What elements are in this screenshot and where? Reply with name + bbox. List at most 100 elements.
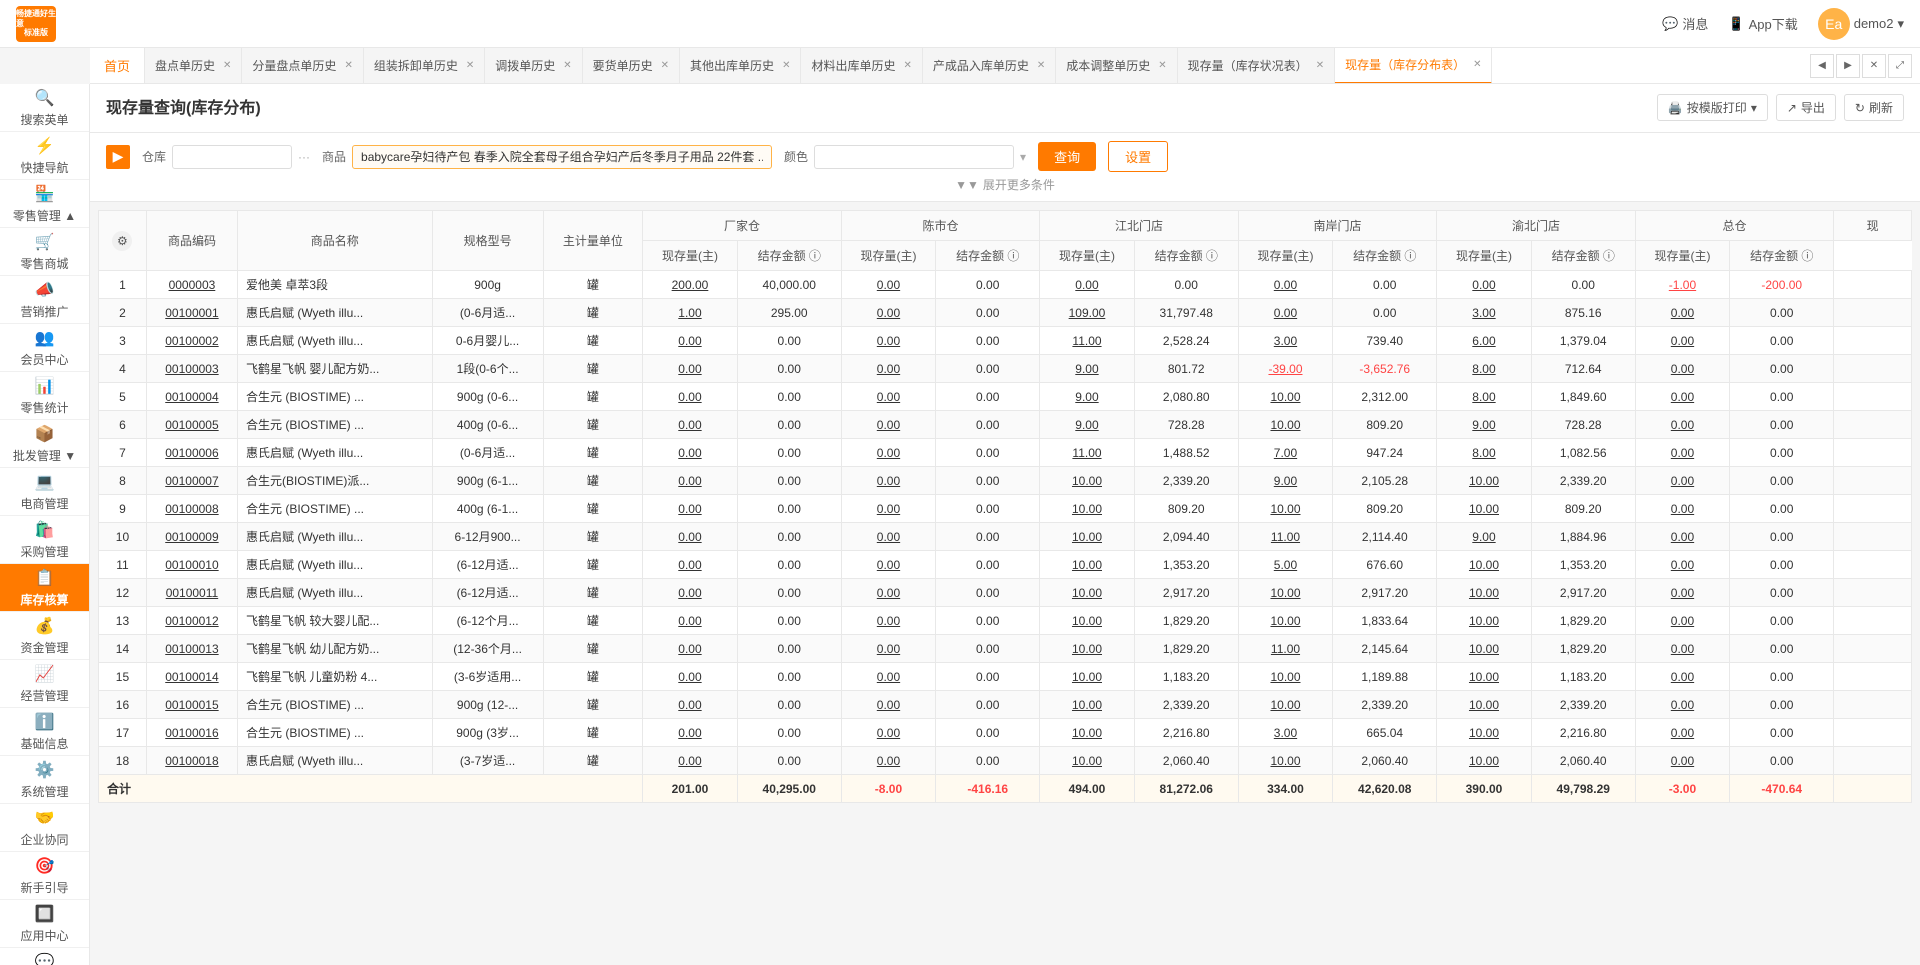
sidebar-item-retail-mall[interactable]: 🛒 零售商城 [0,228,89,276]
cell-total-qty[interactable]: 0.00 [1635,607,1730,635]
cell-chenshi-qty[interactable]: 0.00 [841,495,936,523]
cell-yubeimen-qty[interactable]: 3.00 [1437,299,1532,327]
cell-factory-qty[interactable]: 0.00 [643,411,738,439]
sidebar-item-retail-mgmt[interactable]: 🏪 零售管理 ▲ [0,180,89,228]
cell-chenshi-qty[interactable]: 0.00 [841,355,936,383]
cell-jiangbei-qty[interactable]: 10.00 [1040,663,1135,691]
cell-total-qty[interactable]: 0.00 [1635,579,1730,607]
cell-factory-qty[interactable]: 0.00 [643,523,738,551]
cell-code[interactable]: 00100011 [146,579,237,607]
cell-code[interactable]: 00100015 [146,691,237,719]
cell-chenshi-qty[interactable]: 0.00 [841,635,936,663]
cell-jiangbei-qty[interactable]: 9.00 [1040,383,1135,411]
cell-code[interactable]: 00100016 [146,719,237,747]
tab-diaobuo[interactable]: 调拨单历史 ✕ [485,48,582,84]
cell-nanan-qty[interactable]: 3.00 [1238,327,1333,355]
cell-nanan-qty[interactable]: 10.00 [1238,579,1333,607]
cell-factory-qty[interactable]: 200.00 [643,271,738,299]
cell-code[interactable]: 00100001 [146,299,237,327]
sidebar-item-member[interactable]: 👥 会员中心 [0,324,89,372]
cell-total-qty[interactable]: 0.00 [1635,635,1730,663]
tab-close-cailiaochuku[interactable]: ✕ [903,60,911,71]
sidebar-item-basic-info[interactable]: ℹ️ 基础信息 [0,708,89,756]
cell-code[interactable]: 00100013 [146,635,237,663]
cell-jiangbei-qty[interactable]: 10.00 [1040,467,1135,495]
query-btn[interactable]: 查询 [1038,142,1096,171]
tab-yaohuo[interactable]: 要货单历史 ✕ [583,48,680,84]
cell-jiangbei-qty[interactable]: 10.00 [1040,719,1135,747]
sidebar-item-system[interactable]: ⚙️ 系统管理 [0,756,89,804]
cell-nanan-qty[interactable]: 10.00 [1238,383,1333,411]
settings-btn[interactable]: 设置 [1108,141,1168,172]
sidebar-item-wholesale[interactable]: 📦 批发管理 ▼ [0,420,89,468]
cell-yubeimen-qty[interactable]: 9.00 [1437,523,1532,551]
product-input[interactable] [352,145,772,169]
cell-code[interactable]: 00100003 [146,355,237,383]
tab-cailiaochuku[interactable]: 材料出库单历史 ✕ [801,48,922,84]
cell-nanan-qty[interactable]: 10.00 [1238,663,1333,691]
sidebar-item-ecommerce[interactable]: 💻 电商管理 [0,468,89,516]
cell-factory-qty[interactable]: 0.00 [643,467,738,495]
cell-yubeimen-qty[interactable]: 8.00 [1437,383,1532,411]
cell-jiangbei-qty[interactable]: 10.00 [1040,635,1135,663]
cell-jiangbei-qty[interactable]: 10.00 [1040,495,1135,523]
cell-total-qty[interactable]: 0.00 [1635,439,1730,467]
tab-close-fenpandian[interactable]: ✕ [344,60,352,71]
cell-factory-qty[interactable]: 0.00 [643,327,738,355]
cell-nanan-qty[interactable]: 10.00 [1238,411,1333,439]
cell-code[interactable]: 00100002 [146,327,237,355]
cell-jiangbei-qty[interactable]: 11.00 [1040,439,1135,467]
cell-jiangbei-qty[interactable]: 0.00 [1040,271,1135,299]
tab-nav-next[interactable]: ▶ [1836,54,1860,78]
cell-yubeimen-qty[interactable]: 0.00 [1437,271,1532,299]
cell-factory-qty[interactable]: 0.00 [643,551,738,579]
tab-xiancunliang-fenbubiao[interactable]: 现存量（库存分布表） ✕ [1335,48,1492,84]
cell-yubeimen-qty[interactable]: 10.00 [1437,719,1532,747]
cell-nanan-qty[interactable]: 7.00 [1238,439,1333,467]
cell-nanan-qty[interactable]: 5.00 [1238,551,1333,579]
cell-total-qty[interactable]: 0.00 [1635,327,1730,355]
cell-total-qty[interactable]: 0.00 [1635,495,1730,523]
sidebar-item-guide[interactable]: 🎯 新手引导 [0,852,89,900]
message-btn[interactable]: 💬 消息 [1662,14,1708,33]
sidebar-item-apps[interactable]: 🔲 应用中心 [0,900,89,948]
cell-chenshi-qty[interactable]: 0.00 [841,299,936,327]
tab-close-zuchaichu[interactable]: ✕ [466,60,474,71]
cell-factory-qty[interactable]: 0.00 [643,663,738,691]
cell-chenshi-qty[interactable]: 0.00 [841,271,936,299]
cell-nanan-qty[interactable]: 11.00 [1238,635,1333,663]
cell-jiangbei-qty[interactable]: 9.00 [1040,411,1135,439]
cell-chenshi-qty[interactable]: 0.00 [841,467,936,495]
cell-factory-qty[interactable]: 0.00 [643,607,738,635]
cell-yubeimen-qty[interactable]: 8.00 [1437,439,1532,467]
cell-code[interactable]: 00100008 [146,495,237,523]
cell-code[interactable]: 0000003 [146,271,237,299]
cell-chenshi-qty[interactable]: 0.00 [841,579,936,607]
sidebar-item-marketing[interactable]: 📣 营销推广 [0,276,89,324]
cell-total-qty[interactable]: 0.00 [1635,299,1730,327]
tab-fenpandian[interactable]: 分量盘点单历史 ✕ [242,48,363,84]
th-gear[interactable]: ⚙ [99,211,147,271]
cell-code[interactable]: 00100018 [146,747,237,775]
sidebar-item-retail-stats[interactable]: 📊 零售统计 [0,372,89,420]
cell-total-qty[interactable]: 0.00 [1635,411,1730,439]
cell-chenshi-qty[interactable]: 0.00 [841,719,936,747]
tab-nav-expand[interactable]: ⤢ [1888,54,1912,78]
cell-total-qty[interactable]: 0.00 [1635,663,1730,691]
cell-code[interactable]: 00100007 [146,467,237,495]
cell-jiangbei-qty[interactable]: 10.00 [1040,579,1135,607]
cell-jiangbei-qty[interactable]: 10.00 [1040,691,1135,719]
sidebar-item-collab[interactable]: 🤝 企业协同 [0,804,89,852]
cell-factory-qty[interactable]: 0.00 [643,383,738,411]
cell-chenshi-qty[interactable]: 0.00 [841,691,936,719]
cell-chenshi-qty[interactable]: 0.00 [841,607,936,635]
cell-nanan-qty[interactable]: 9.00 [1238,467,1333,495]
cell-code[interactable]: 00100010 [146,551,237,579]
tab-qitachu[interactable]: 其他出库单历史 ✕ [680,48,801,84]
tab-nav-close-all[interactable]: ✕ [1862,54,1886,78]
cell-jiangbei-qty[interactable]: 10.00 [1040,551,1135,579]
print-btn[interactable]: 🖨️ 按模版打印 ▾ [1657,94,1768,121]
cell-total-qty[interactable]: 0.00 [1635,355,1730,383]
cell-nanan-qty[interactable]: 11.00 [1238,523,1333,551]
refresh-btn[interactable]: ↻ 刷新 [1844,94,1904,121]
